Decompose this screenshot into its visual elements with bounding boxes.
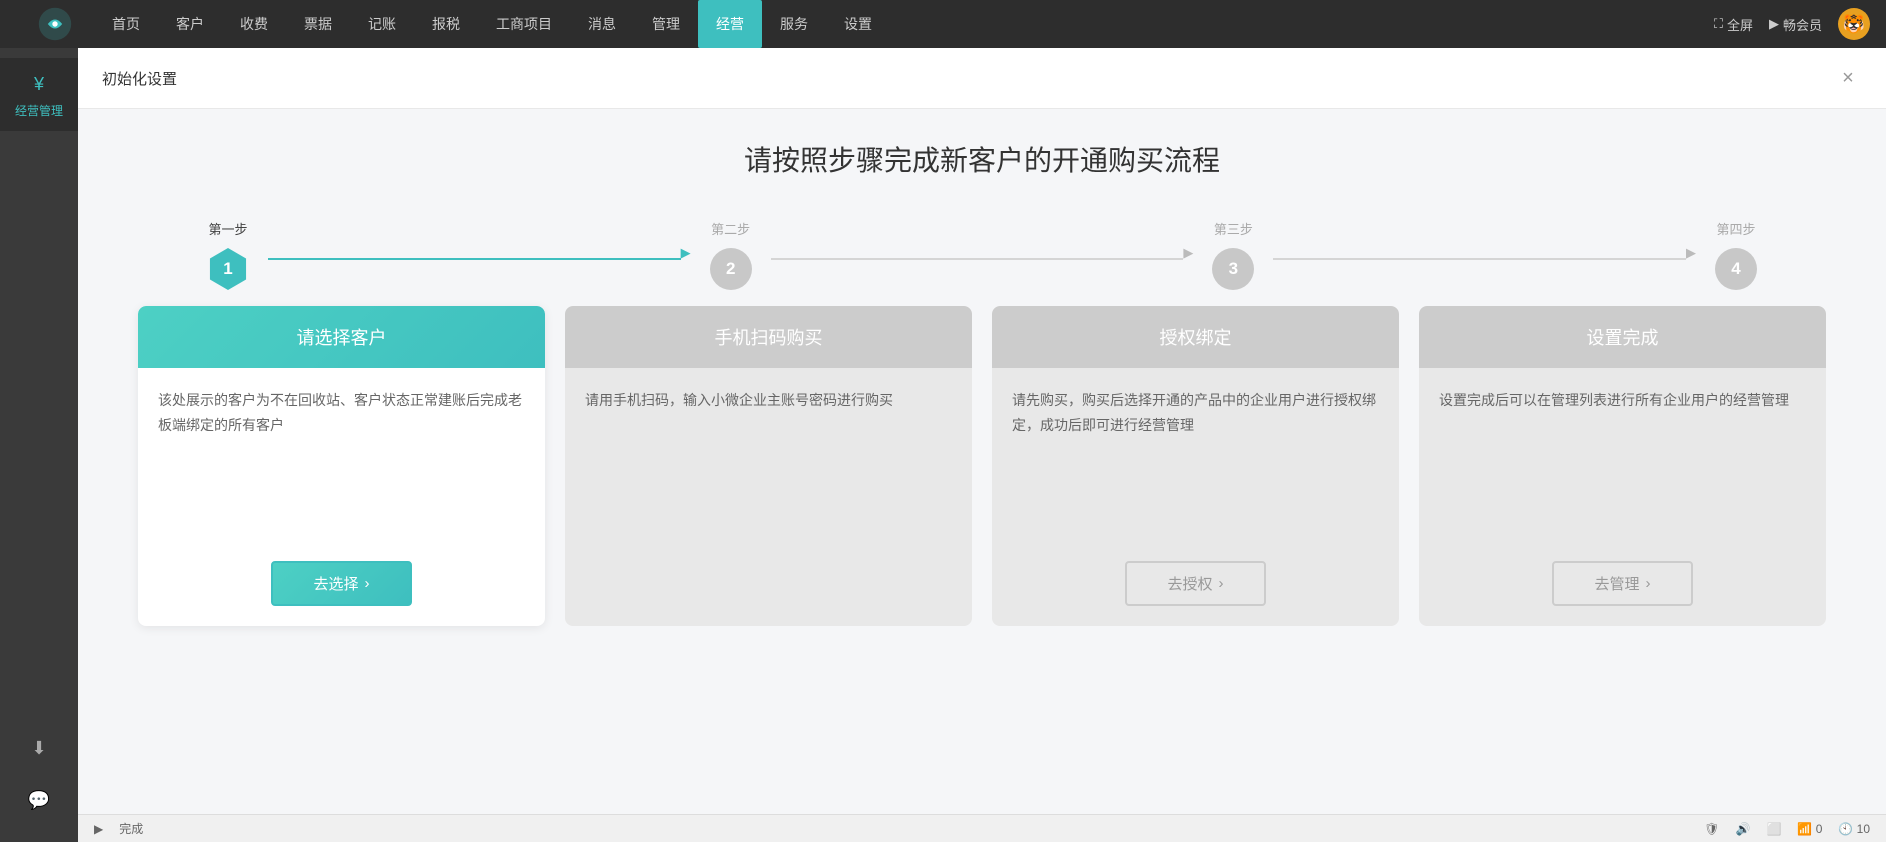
fullscreen-button[interactable]: ⛶ 全屏	[1714, 15, 1753, 34]
fullscreen-icon: ⛶	[1714, 16, 1723, 32]
card-1-header: 请选择客户	[138, 306, 545, 368]
setup-content: 请按照步骤完成新客户的开通购买流程 第一步 1 ▶ 第二步 2	[78, 109, 1886, 814]
step-4-circle: 4	[1715, 248, 1757, 290]
top-navigation: 首页 客户 收费 票据 记账 报税 工商项目 消息 管理 经营 服务 设置 ⛶ …	[0, 0, 1886, 48]
connector-2-3: ▶	[771, 246, 1194, 263]
cards-row: 请选择客户 该处展示的客户为不在回收站、客户状态正常建账后完成老板端绑定的所有客…	[138, 306, 1826, 626]
nav-settings[interactable]: 设置	[826, 0, 890, 48]
sidebar-item-operation[interactable]: ¥ 经营管理	[0, 58, 78, 131]
user-avatar[interactable]: 🐯	[1838, 8, 1870, 40]
nav-menu: 首页 客户 收费 票据 记账 报税 工商项目 消息 管理 经营 服务 设置	[94, 0, 1714, 48]
play-icon: ▶	[1769, 16, 1779, 32]
step-card-3: 授权绑定 请先购买，购买后选择开通的产品中的企业用户进行授权绑定，成功后即可进行…	[992, 306, 1399, 626]
page-header: 初始化设置 ×	[78, 48, 1886, 109]
step-card-1: 请选择客户 该处展示的客户为不在回收站、客户状态正常建账后完成老板端绑定的所有客…	[138, 306, 545, 626]
yuan-icon: ¥	[25, 70, 53, 98]
card-1-body: 该处展示的客户为不在回收站、客户状态正常建账后完成老板端绑定的所有客户	[138, 368, 545, 545]
step-3-circle: 3	[1212, 248, 1254, 290]
clock-indicator: 🕙 10	[1838, 822, 1870, 836]
sidebar-bottom: ⬇ 💬	[0, 722, 78, 842]
card-2-footer	[565, 590, 972, 626]
nav-right-actions: ⛶ 全屏 ▶ 畅会员 🐯	[1714, 8, 1870, 40]
card-4-header: 设置完成	[1419, 306, 1826, 368]
steps-row: 第一步 1 ▶ 第二步 2 ▶	[138, 219, 1826, 290]
sidebar-support[interactable]: 💬	[0, 774, 78, 826]
card-4-footer: 去管理 ›	[1419, 545, 1826, 626]
chevron-right-icon-4: ›	[1646, 575, 1651, 592]
nav-tax[interactable]: 报税	[414, 0, 478, 48]
main-content: 初始化设置 × 请按照步骤完成新客户的开通购买流程 第一步 1 ▶	[78, 48, 1886, 842]
chevron-right-icon-3: ›	[1219, 575, 1224, 592]
step-1-block: 第一步 1	[188, 219, 268, 290]
card-2-body: 请用手机扫码，输入小微企业主账号密码进行购买	[565, 368, 972, 590]
card-4-body: 设置完成后可以在管理列表进行所有企业用户的经营管理	[1419, 368, 1826, 545]
step-4-label: 第四步	[1717, 219, 1756, 238]
step-4-action-button[interactable]: 去管理 ›	[1552, 561, 1692, 606]
page-title: 初始化设置	[102, 68, 177, 89]
step-1-circle: 1	[207, 248, 249, 290]
sidebar-download[interactable]: ⬇	[0, 722, 78, 774]
card-3-body: 请先购买，购买后选择开通的产品中的企业用户进行授权绑定，成功后即可进行经营管理	[992, 368, 1399, 545]
connector-3-4: ▶	[1273, 246, 1696, 263]
card-1-footer: 去选择 ›	[138, 545, 545, 626]
step-3-block: 第三步 3	[1193, 219, 1273, 290]
status-bar: ▶ 完成 🛡 🔊 ⬜ 📶 0 🕙 10	[78, 814, 1886, 842]
connector-1-2: ▶	[268, 246, 691, 263]
step-3-label: 第三步	[1214, 219, 1253, 238]
nav-operation[interactable]: 经营	[698, 0, 762, 48]
nav-billing[interactable]: 收费	[222, 0, 286, 48]
main-layout: ¥ 经营管理 ⬇ 💬 初始化设置 × 请按照步骤完成新客户的开通购买流程	[0, 48, 1886, 842]
shield-icon: 🛡	[1704, 822, 1719, 836]
app-logo	[16, 6, 94, 42]
card-2-header: 手机扫码购买	[565, 306, 972, 368]
step-3-action-button[interactable]: 去授权 ›	[1125, 561, 1265, 606]
nav-manage[interactable]: 管理	[634, 0, 698, 48]
step-1-action-button[interactable]: 去选择 ›	[271, 561, 411, 606]
play-status-icon: ▶	[94, 822, 103, 836]
setup-main-title: 请按照步骤完成新客户的开通购买流程	[138, 139, 1826, 179]
member-button[interactable]: ▶ 畅会员	[1769, 15, 1822, 34]
volume-icon: 🔊	[1736, 822, 1751, 836]
support-icon: 💬	[25, 786, 53, 814]
status-text: 完成	[119, 820, 143, 837]
step-card-2: 手机扫码购买 请用手机扫码，输入小微企业主账号密码进行购买	[565, 306, 972, 626]
step-2-circle: 2	[710, 248, 752, 290]
card-3-header: 授权绑定	[992, 306, 1399, 368]
screen-icon: ⬜	[1766, 822, 1781, 836]
nav-message[interactable]: 消息	[570, 0, 634, 48]
card-3-footer: 去授权 ›	[992, 545, 1399, 626]
step-2-label: 第二步	[711, 219, 750, 238]
signal-indicator: 📶 0	[1797, 822, 1822, 836]
sidebar: ¥ 经营管理 ⬇ 💬	[0, 48, 78, 842]
close-button[interactable]: ×	[1834, 64, 1862, 92]
chevron-right-icon: ›	[365, 575, 370, 592]
download-icon: ⬇	[25, 734, 53, 762]
nav-business[interactable]: 工商项目	[478, 0, 570, 48]
nav-invoice[interactable]: 票据	[286, 0, 350, 48]
step-1-label: 第一步	[208, 219, 247, 238]
nav-service[interactable]: 服务	[762, 0, 826, 48]
nav-home[interactable]: 首页	[94, 0, 158, 48]
step-2-block: 第二步 2	[691, 219, 771, 290]
step-card-4: 设置完成 设置完成后可以在管理列表进行所有企业用户的经营管理 去管理 ›	[1419, 306, 1826, 626]
step-4-block: 第四步 4	[1696, 219, 1776, 290]
nav-bookkeeping[interactable]: 记账	[350, 0, 414, 48]
nav-customer[interactable]: 客户	[158, 0, 222, 48]
status-bar-right: 🛡 🔊 ⬜ 📶 0 🕙 10	[1704, 822, 1870, 836]
